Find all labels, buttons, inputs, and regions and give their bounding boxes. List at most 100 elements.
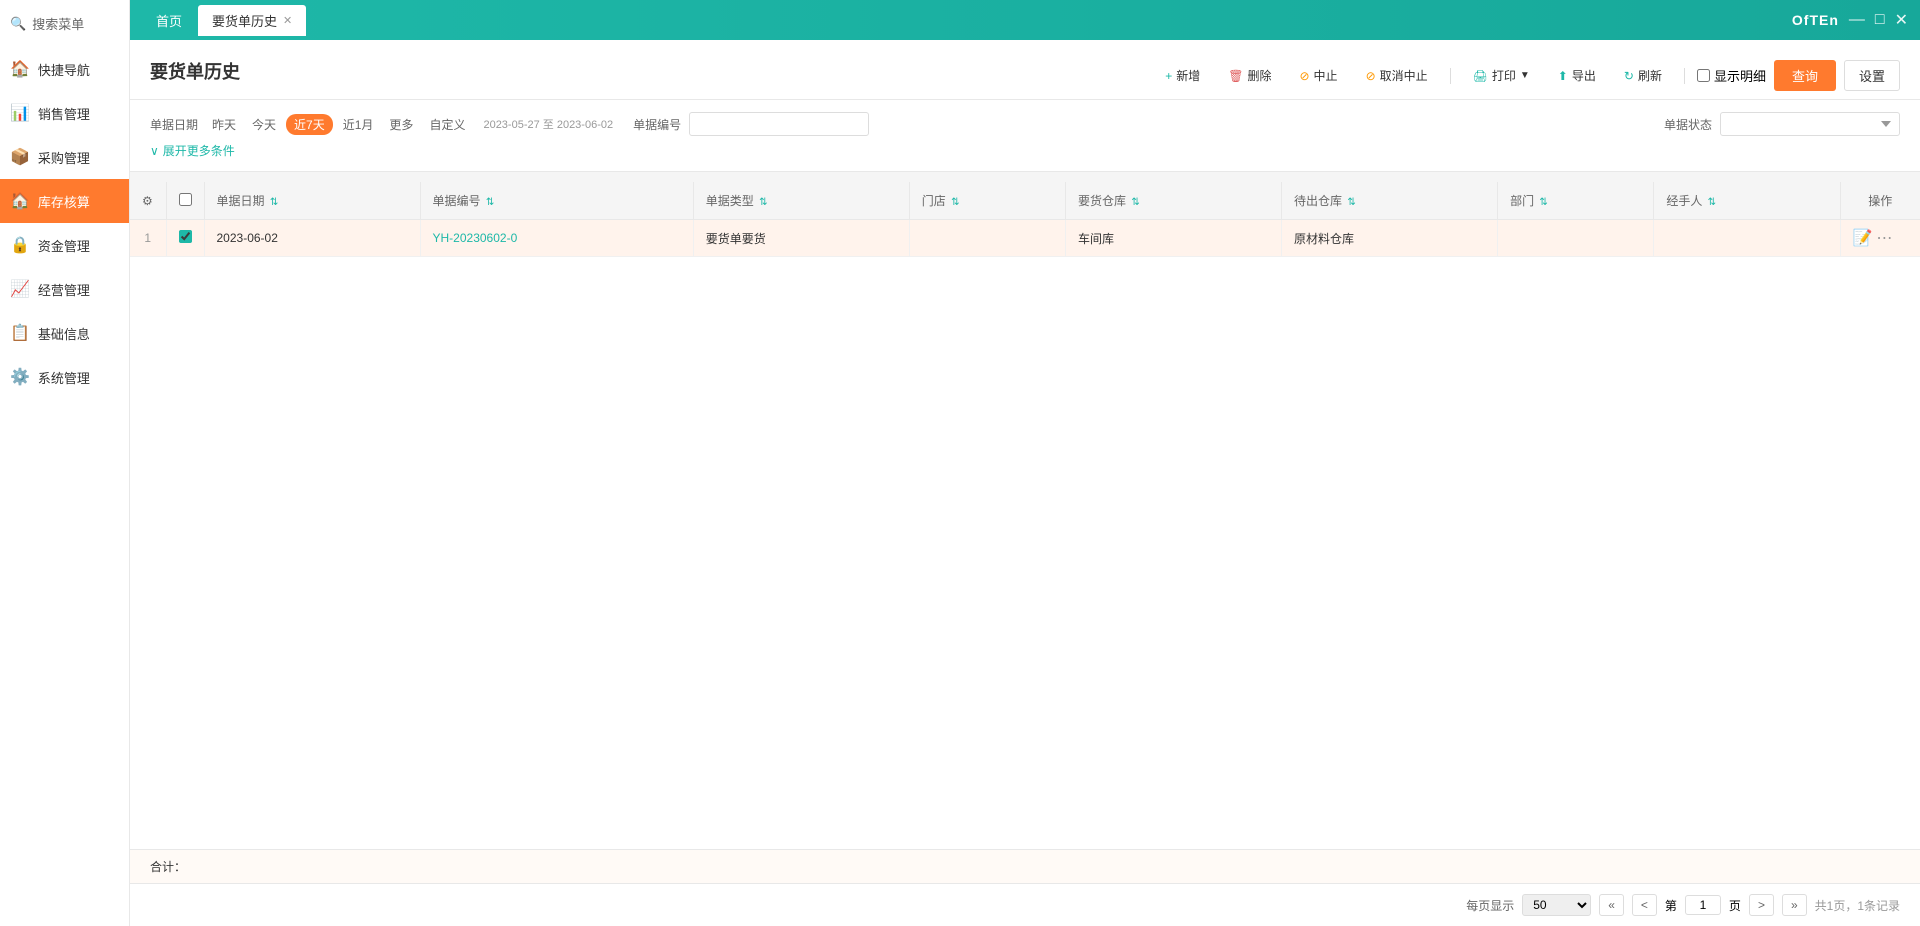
sort-handler-icon[interactable]: ⇅	[1708, 197, 1716, 208]
sort-bill-date-icon[interactable]: ⇅	[270, 197, 278, 208]
maximize-icon[interactable]: □	[1875, 11, 1885, 29]
sidebar-item-label: 销售管理	[38, 104, 90, 123]
th-req-warehouse[interactable]: 要货仓库 ⇅	[1066, 182, 1282, 220]
per-page-select[interactable]: 50 100 200	[1522, 894, 1591, 916]
th-handler[interactable]: 经手人 ⇅	[1654, 182, 1840, 220]
refresh-button[interactable]: ↻ 刷新	[1614, 62, 1672, 89]
sidebar-item-sales[interactable]: 📊 销售管理	[0, 91, 129, 135]
delete-button[interactable]: 🗑 删除	[1218, 62, 1281, 89]
th-bill-date-label: 单据日期	[217, 194, 265, 208]
sort-department-icon[interactable]: ⇅	[1539, 197, 1547, 208]
bill-date-label: 单据日期	[150, 116, 198, 133]
prev-page-button[interactable]: <	[1632, 894, 1657, 916]
operation-icon: 📈	[10, 279, 30, 299]
th-handler-label: 经手人	[1666, 194, 1702, 208]
sidebar-item-system[interactable]: ⚙️ 系统管理	[0, 355, 129, 399]
sidebar-item-label: 系统管理	[38, 368, 90, 387]
date-opt-custom[interactable]: 自定义	[423, 114, 471, 135]
sort-bill-no-icon[interactable]: ⇅	[486, 197, 494, 208]
tab-close-icon[interactable]: ✕	[283, 14, 292, 27]
tab-home-label: 首页	[156, 11, 182, 30]
next-page-button[interactable]: >	[1749, 894, 1774, 916]
sort-store-icon[interactable]: ⇅	[951, 197, 959, 208]
sidebar-item-label: 快捷导航	[38, 60, 90, 79]
last-page-button[interactable]: »	[1782, 894, 1807, 916]
expand-filter-button[interactable]: ∨ 展开更多条件	[150, 142, 1900, 159]
th-department[interactable]: 部门 ⇅	[1498, 182, 1654, 220]
bill-status-label: 单据状态	[1664, 116, 1712, 133]
sidebar-item-basic-info[interactable]: 📋 基础信息	[0, 311, 129, 355]
date-opt-yesterday[interactable]: 昨天	[206, 114, 242, 135]
display-detail-toggle[interactable]: 显示明细	[1697, 66, 1766, 85]
tab-home[interactable]: 首页	[142, 5, 196, 36]
select-all-checkbox[interactable]	[179, 193, 192, 206]
th-pending-warehouse-label: 待出仓库	[1294, 194, 1342, 208]
stop-button[interactable]: ⊘ 中止	[1289, 62, 1347, 89]
first-page-button[interactable]: «	[1599, 894, 1624, 916]
edit-icon[interactable]: 📝	[1853, 228, 1873, 248]
page-number-input[interactable]	[1685, 895, 1721, 915]
td-handler	[1654, 220, 1840, 257]
tab-requisition-history[interactable]: 要货单历史 ✕	[198, 5, 306, 36]
bill-status-select[interactable]	[1720, 112, 1900, 136]
sidebar-item-operation[interactable]: 📈 经营管理	[0, 267, 129, 311]
refresh-label: 刷新	[1638, 67, 1662, 84]
pagination: 每页显示 50 100 200 « < 第 页 > » 共1页，1条记录	[130, 883, 1920, 926]
settings-button[interactable]: 设置	[1844, 60, 1900, 91]
total-label: 合计：	[150, 858, 186, 875]
sort-pending-warehouse-icon[interactable]: ⇅	[1347, 197, 1355, 208]
doc-icon: 📋	[10, 323, 30, 343]
th-bill-no[interactable]: 单据编号 ⇅	[420, 182, 693, 220]
query-button[interactable]: 查询	[1774, 60, 1836, 91]
sidebar-item-quick-nav[interactable]: 🏠 快捷导航	[0, 47, 129, 91]
date-opt-more[interactable]: 更多	[383, 114, 419, 135]
home-icon: 🏠	[10, 59, 30, 79]
table-row[interactable]: 1 2023-06-02 YH-20230602-0 要货单要货 车间库 原材料…	[130, 220, 1920, 257]
refresh-icon: ↻	[1624, 69, 1634, 83]
gear-icon: ⚙️	[10, 367, 30, 387]
date-opt-last1month[interactable]: 近1月	[337, 114, 380, 135]
new-button[interactable]: + 新增	[1155, 62, 1210, 89]
row-checkbox[interactable]	[179, 230, 192, 243]
more-actions-icon[interactable]: ⋯	[1876, 228, 1892, 248]
cancel-stop-button[interactable]: ⊘ 取消中止	[1356, 62, 1438, 89]
sidebar-search[interactable]: 🔍 搜索菜单	[0, 0, 129, 47]
export-button[interactable]: ⬆ 导出	[1548, 62, 1606, 89]
search-icon: 🔍	[10, 16, 26, 32]
th-actions: 操作	[1840, 182, 1920, 220]
date-opt-last7days[interactable]: 近7天	[286, 114, 333, 135]
print-button[interactable]: 🖨 打印 ▼	[1463, 62, 1540, 89]
th-req-warehouse-label: 要货仓库	[1078, 194, 1126, 208]
th-bill-type-label: 单据类型	[706, 194, 754, 208]
sidebar-item-finance[interactable]: 🔒 资金管理	[0, 223, 129, 267]
sort-req-warehouse-icon[interactable]: ⇅	[1131, 197, 1139, 208]
th-bill-type[interactable]: 单据类型 ⇅	[693, 182, 909, 220]
display-detail-checkbox[interactable]	[1697, 69, 1710, 82]
bill-no-input[interactable]	[689, 112, 869, 136]
cancel-stop-icon: ⊘	[1366, 69, 1376, 83]
filter-bill-date: 单据日期 昨天 今天 近7天 近1月 更多 自定义 2023-05-27 至 2…	[150, 114, 613, 135]
th-store-label: 门店	[922, 194, 946, 208]
sidebar: 🔍 搜索菜单 🏠 快捷导航 📊 销售管理 📦 采购管理 🏠 库存核算 🔒 资金管…	[0, 0, 130, 926]
th-bill-date[interactable]: 单据日期 ⇅	[204, 182, 420, 220]
sidebar-item-label: 基础信息	[38, 324, 90, 343]
filter-bill-status: 单据状态	[1664, 112, 1900, 136]
sidebar-item-inventory[interactable]: 🏠 库存核算	[0, 179, 129, 223]
bill-no-link[interactable]: YH-20230602-0	[433, 231, 518, 245]
row-number: 1	[144, 231, 151, 245]
action-buttons: 📝 ⋯	[1853, 228, 1909, 248]
bill-no-label: 单据编号	[633, 116, 681, 133]
sort-bill-type-icon[interactable]: ⇅	[759, 197, 767, 208]
th-settings[interactable]: ⚙	[130, 182, 166, 220]
th-pending-warehouse[interactable]: 待出仓库 ⇅	[1282, 182, 1498, 220]
close-window-icon[interactable]: ✕	[1895, 10, 1908, 30]
date-options: 昨天 今天 近7天 近1月 更多 自定义	[206, 114, 471, 135]
date-opt-today[interactable]: 今天	[246, 114, 282, 135]
td-req-warehouse: 车间库	[1066, 220, 1282, 257]
minimize-icon[interactable]: —	[1849, 11, 1865, 29]
sidebar-item-purchase[interactable]: 📦 采购管理	[0, 135, 129, 179]
divider2	[1684, 68, 1685, 84]
th-store[interactable]: 门店 ⇅	[909, 182, 1065, 220]
date-range-display: 2023-05-27 至 2023-06-02	[483, 116, 613, 132]
data-table: ⚙ 单据日期 ⇅ 单据编号 ⇅ 单据类型 ⇅	[130, 182, 1920, 257]
